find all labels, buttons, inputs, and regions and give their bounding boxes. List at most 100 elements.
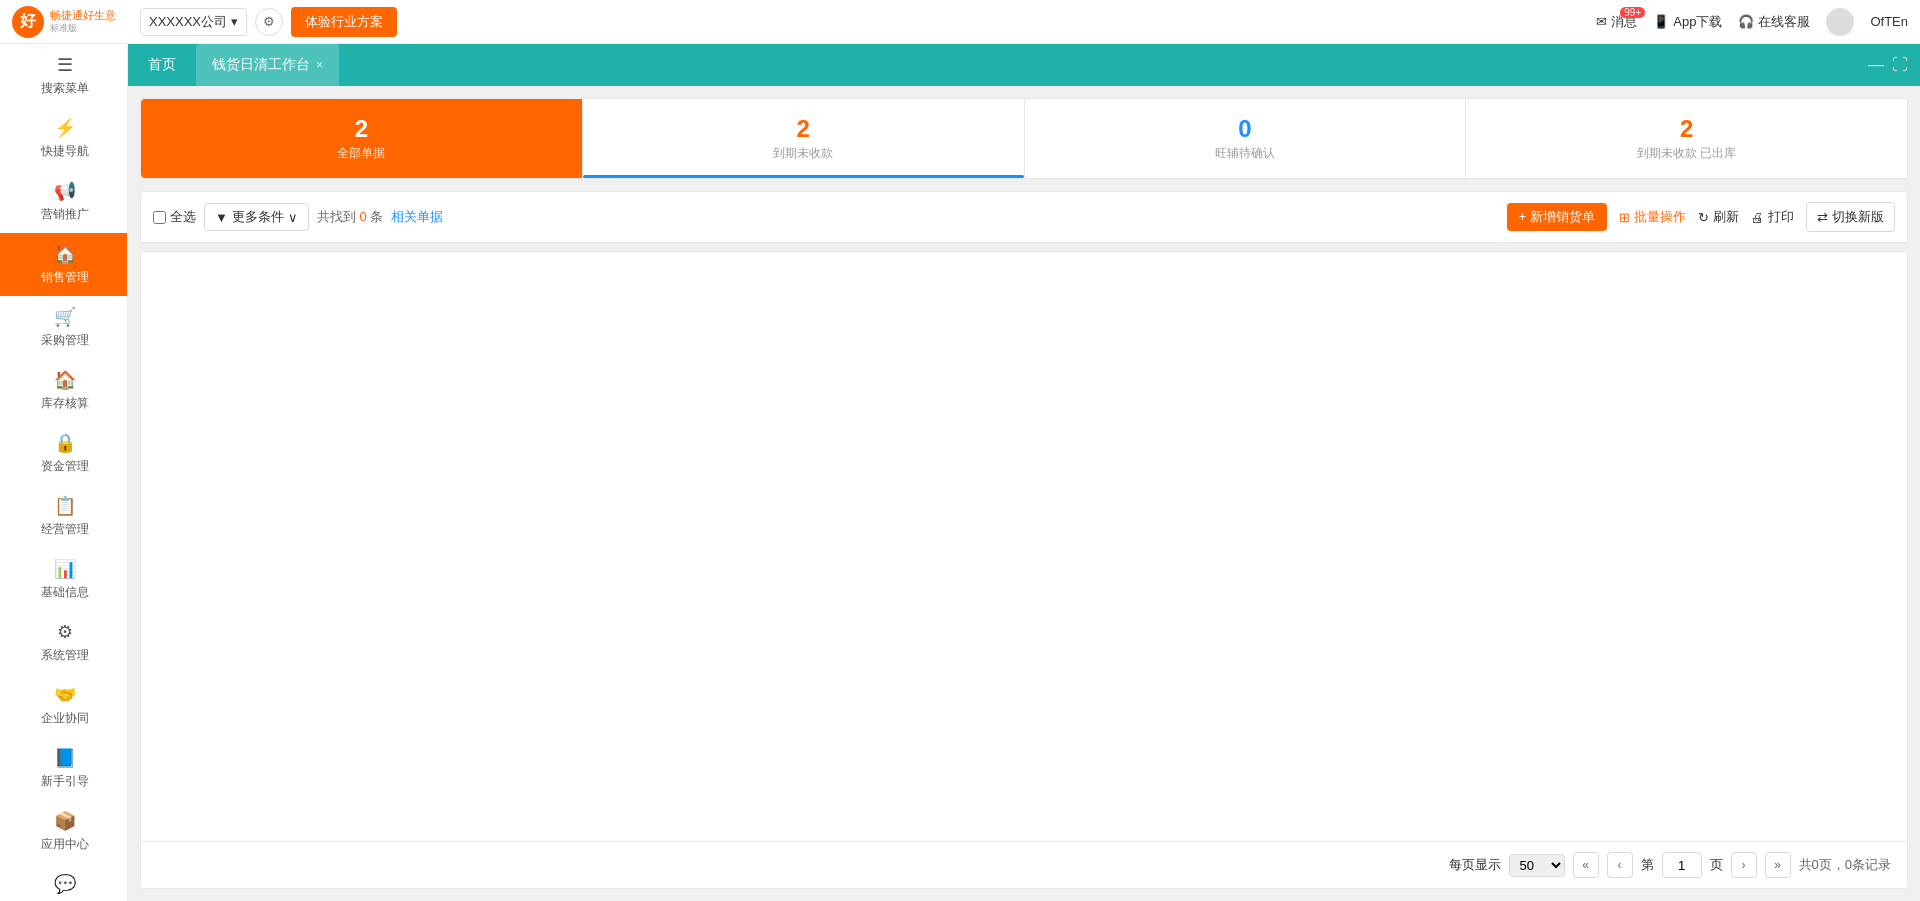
trial-button[interactable]: 体验行业方案 xyxy=(291,7,397,37)
stat-card-all[interactable]: 2 全部单据 xyxy=(141,99,583,178)
sidebar-item-label: 应用中心 xyxy=(41,836,89,853)
phone-icon: 📱 xyxy=(1653,14,1669,29)
page-suffix: 页 xyxy=(1710,856,1723,874)
toolbar: 全选 ▼ 更多条件 ∨ 共找到 0 条 相关单据 + 新增销货单 xyxy=(140,191,1908,243)
prev-page-button[interactable]: ‹ xyxy=(1607,852,1633,878)
main-layout: ☰ 搜索菜单 ⚡ 快捷导航 📢 营销推广 🏠 销售管理 🛒 采购管理 🏠 库存核… xyxy=(0,44,1920,901)
page-content: 2 全部单据 2 到期未收款 0 旺辅待确认 2 到期未收款 已出库 xyxy=(128,86,1920,901)
per-page-label: 每页显示 xyxy=(1449,856,1501,874)
add-sale-button[interactable]: + 新增销货单 xyxy=(1507,203,1607,231)
tab-page-label: 钱货日清工作台 xyxy=(212,56,310,74)
page-number-input[interactable] xyxy=(1662,852,1702,878)
stat-number-overdue: 2 xyxy=(603,115,1004,143)
switch-version-button[interactable]: ⇄ 切换新版 xyxy=(1806,202,1895,232)
topbar-right: ✉ 消息 99+ 📱 App下载 🎧 在线客服 OfTEn xyxy=(1596,8,1908,36)
finance-icon: 🔒 xyxy=(54,432,76,454)
tab-page-workbench[interactable]: 钱货日清工作台 × xyxy=(196,44,339,86)
tab-bar-actions: — ⛶ xyxy=(1868,56,1920,74)
logo-text: 畅捷通好生意 xyxy=(50,8,116,22)
last-page-button[interactable]: » xyxy=(1765,852,1791,878)
stat-number-pending: 0 xyxy=(1045,115,1446,143)
sidebar-item-marketing[interactable]: 📢 营销推广 xyxy=(0,170,127,233)
page-total: 共0页，0条记录 xyxy=(1799,856,1891,874)
refresh-label: 刷新 xyxy=(1713,208,1739,226)
sidebar-item-operations[interactable]: 📋 经营管理 xyxy=(0,485,127,548)
sidebar-item-system[interactable]: ⚙ 系统管理 xyxy=(0,611,127,674)
stat-card-overdue[interactable]: 2 到期未收款 xyxy=(583,99,1025,178)
app-download-label: App下载 xyxy=(1673,13,1722,31)
tab-maximize-button[interactable]: ⛶ xyxy=(1892,56,1908,74)
related-link[interactable]: 相关单据 xyxy=(391,208,443,226)
print-button[interactable]: 🖨 打印 xyxy=(1751,208,1794,226)
batch-label: 批量操作 xyxy=(1634,208,1686,226)
toolbar-right: + 新增销货单 ⊞ 批量操作 ↻ 刷新 🖨 打印 ⇄ xyxy=(1507,202,1895,232)
settings-button[interactable]: ⚙ xyxy=(255,8,283,36)
logo-text-area: 畅捷通好生意 标准版 xyxy=(50,8,116,35)
basic-info-icon: 📊 xyxy=(54,558,76,580)
sidebar-item-finance[interactable]: 🔒 资金管理 xyxy=(0,422,127,485)
per-page-select[interactable]: 50 100 200 xyxy=(1509,854,1565,877)
app-center-icon: 📦 xyxy=(54,810,76,832)
print-icon: 🖨 xyxy=(1751,210,1764,225)
batch-operation-button[interactable]: ⊞ 批量操作 xyxy=(1619,208,1686,226)
sidebar-item-label: 销售管理 xyxy=(41,269,89,286)
user-name[interactable]: OfTEn xyxy=(1870,14,1908,29)
stat-underline-overdue xyxy=(583,175,1024,178)
first-page-button[interactable]: « xyxy=(1573,852,1599,878)
sidebar-item-cooperation[interactable]: 🤝 企业协同 xyxy=(0,674,127,737)
online-service-button[interactable]: 🎧 在线客服 xyxy=(1738,13,1810,31)
sidebar-item-enterprise-wechat[interactable]: 💬 企业微信 xyxy=(0,863,127,901)
filter-icon: ▼ xyxy=(215,210,228,225)
found-unit: 条 xyxy=(370,209,383,224)
sidebar-item-purchase[interactable]: 🛒 采购管理 xyxy=(0,296,127,359)
topbar-left: 好 畅捷通好生意 标准版 XXXXXX公司 ▾ ⚙ 体验行业方案 xyxy=(12,6,397,38)
message-button[interactable]: ✉ 消息 99+ xyxy=(1596,13,1637,31)
sidebar-item-quick-nav[interactable]: ⚡ 快捷导航 xyxy=(0,107,127,170)
tab-home[interactable]: 首页 xyxy=(128,44,196,86)
stat-label-pending: 旺辅待确认 xyxy=(1045,145,1446,162)
sidebar-item-label: 采购管理 xyxy=(41,332,89,349)
next-page-button[interactable]: › xyxy=(1731,852,1757,878)
refresh-button[interactable]: ↻ 刷新 xyxy=(1698,208,1739,226)
stat-label-all: 全部单据 xyxy=(161,145,562,162)
tab-close-button[interactable]: × xyxy=(316,58,323,72)
stat-card-shipped[interactable]: 2 到期未收款 已出库 xyxy=(1466,99,1907,178)
company-selector[interactable]: XXXXXX公司 ▾ xyxy=(140,8,247,36)
message-icon: ✉ xyxy=(1596,14,1607,29)
sidebar-item-label: 新手引导 xyxy=(41,773,89,790)
tab-minimize-button[interactable]: — xyxy=(1868,56,1884,74)
operations-icon: 📋 xyxy=(54,495,76,517)
sidebar-item-inventory[interactable]: 🏠 库存核算 xyxy=(0,359,127,422)
select-all-input[interactable] xyxy=(153,211,166,224)
sidebar-item-guide[interactable]: 📘 新手引导 xyxy=(0,737,127,800)
sidebar-item-sales[interactable]: 🏠 销售管理 xyxy=(0,233,127,296)
found-prefix: 共找到 xyxy=(317,209,356,224)
guide-icon: 📘 xyxy=(54,747,76,769)
sidebar-item-app-center[interactable]: 📦 应用中心 xyxy=(0,800,127,863)
select-all-checkbox[interactable]: 全选 xyxy=(153,208,196,226)
gear-icon: ⚙ xyxy=(263,14,275,29)
sidebar-item-label: 搜索菜单 xyxy=(41,80,89,97)
print-label: 打印 xyxy=(1768,208,1794,226)
stat-card-pending[interactable]: 0 旺辅待确认 xyxy=(1025,99,1467,178)
select-all-label: 全选 xyxy=(170,208,196,226)
logo-icon: 好 xyxy=(12,6,44,38)
purchase-icon: 🛒 xyxy=(54,306,76,328)
found-count: 0 xyxy=(360,209,367,224)
stat-label-shipped: 到期未收款 已出库 xyxy=(1486,145,1887,162)
inventory-icon: 🏠 xyxy=(54,369,76,391)
sidebar-item-search-menu[interactable]: ☰ 搜索菜单 xyxy=(0,44,127,107)
sidebar-item-label: 库存核算 xyxy=(41,395,89,412)
sidebar-item-label: 基础信息 xyxy=(41,584,89,601)
sidebar-item-label: 快捷导航 xyxy=(41,143,89,160)
user-avatar[interactable] xyxy=(1826,8,1854,36)
refresh-icon: ↻ xyxy=(1698,210,1709,225)
sidebar-item-label: 系统管理 xyxy=(41,647,89,664)
switch-icon: ⇄ xyxy=(1817,210,1828,225)
app-download-button[interactable]: 📱 App下载 xyxy=(1653,13,1722,31)
message-badge: 99+ xyxy=(1620,7,1645,18)
sidebar-item-basic-info[interactable]: 📊 基础信息 xyxy=(0,548,127,611)
filter-button[interactable]: ▼ 更多条件 ∨ xyxy=(204,203,309,231)
sidebar-item-label: 营销推广 xyxy=(41,206,89,223)
online-service-label: 在线客服 xyxy=(1758,13,1810,31)
